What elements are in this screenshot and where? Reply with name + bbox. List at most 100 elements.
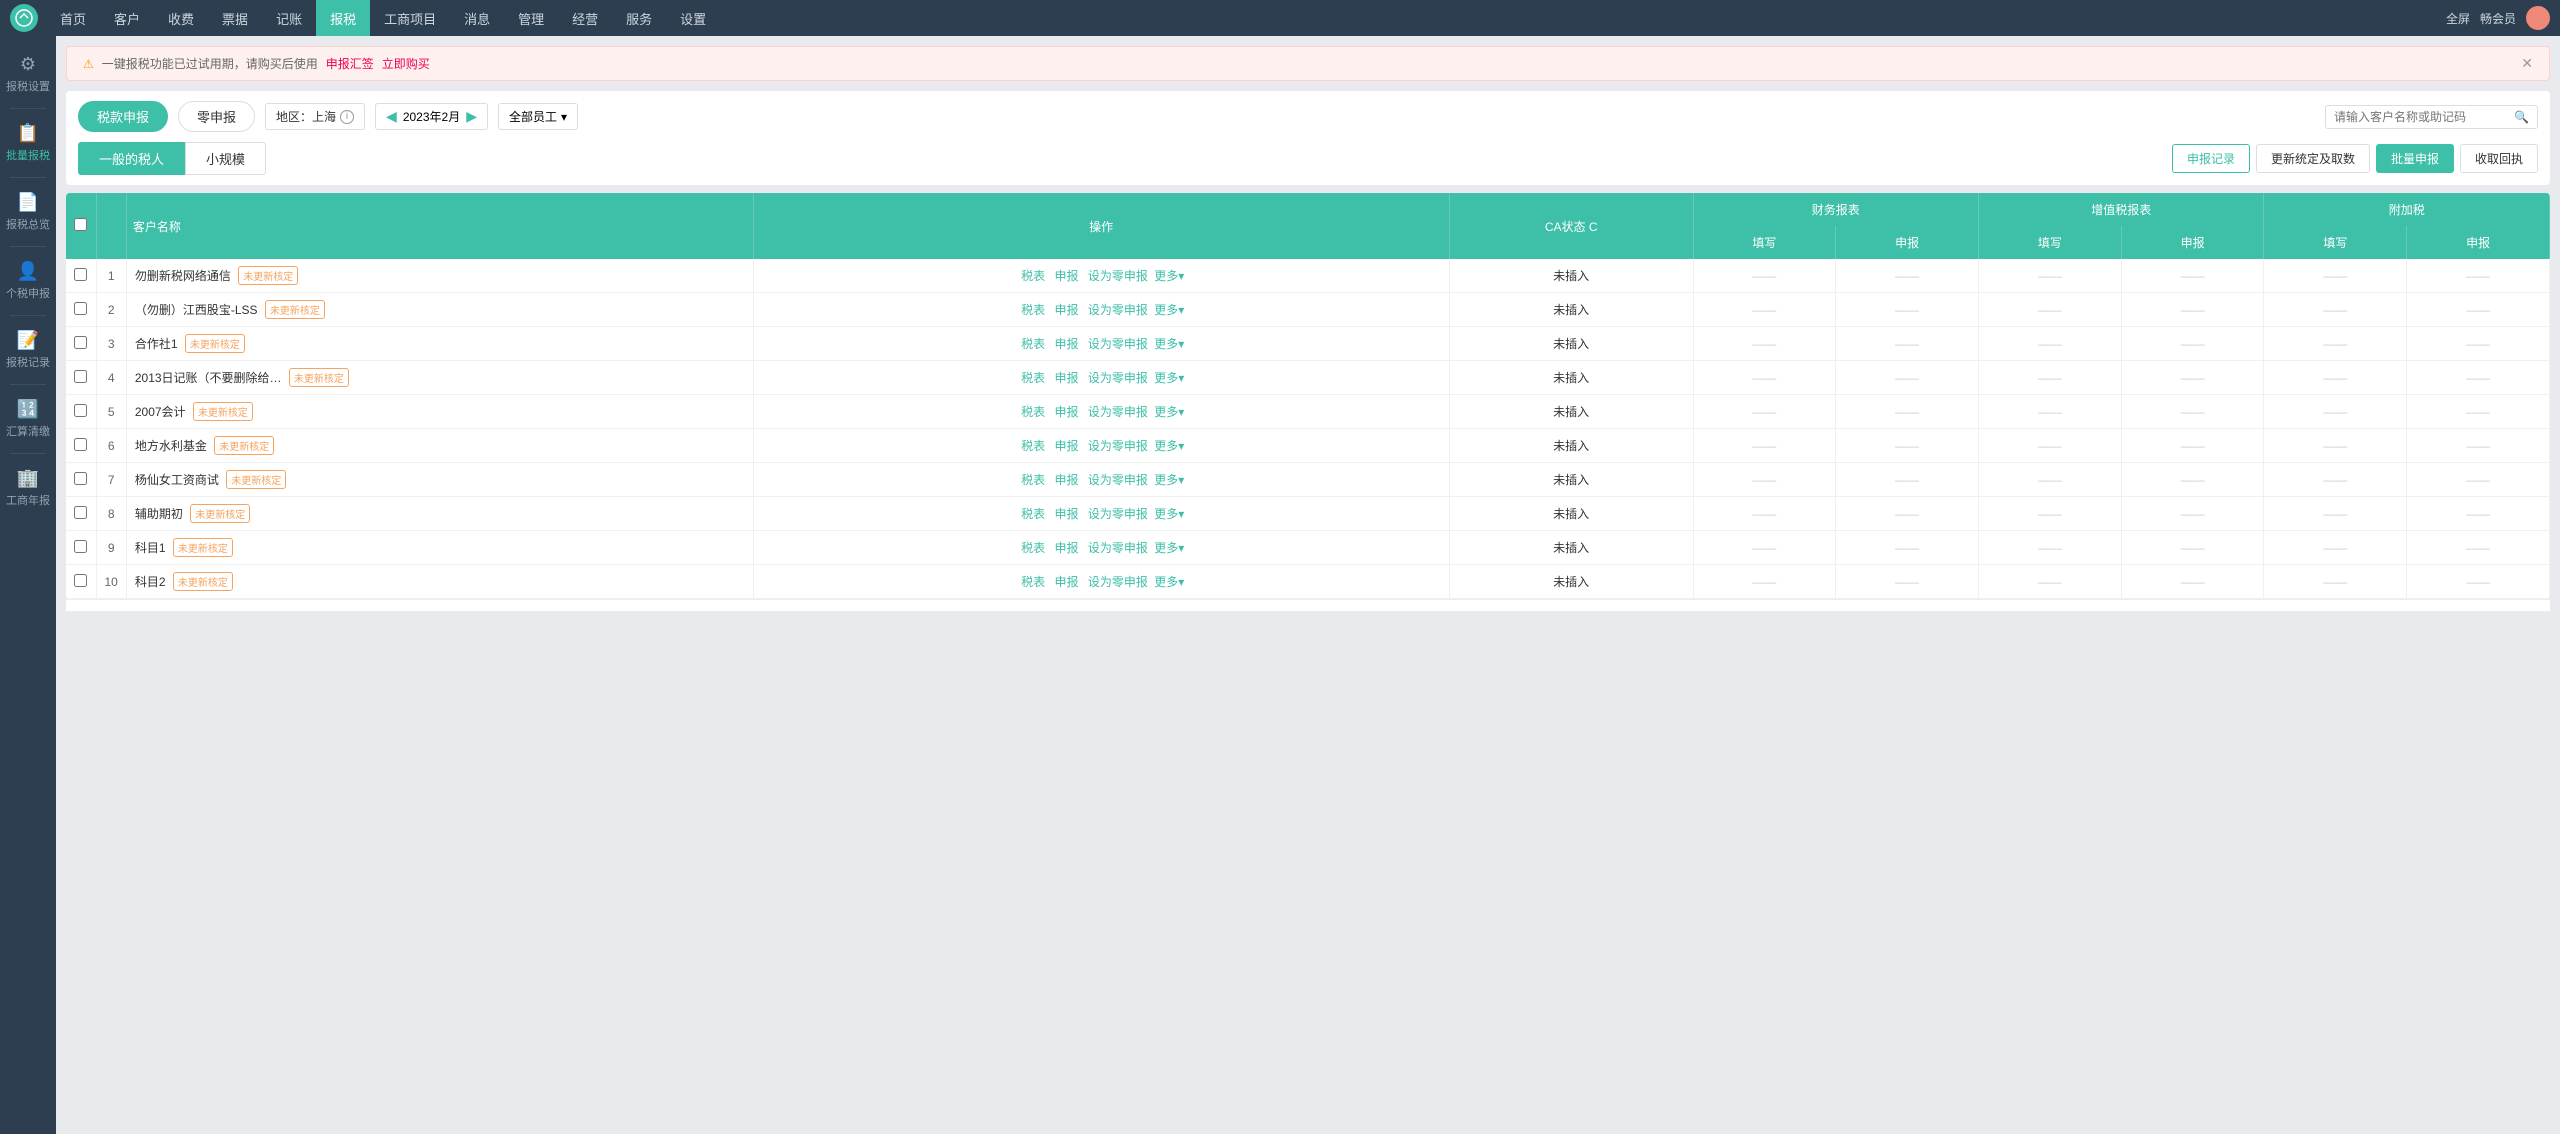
sidebar-item-0[interactable]: ⚙报税设置 [0, 44, 56, 104]
op-zero-declare[interactable]: 设为零申报 [1088, 507, 1148, 521]
member-button[interactable]: 畅会员 [2480, 10, 2516, 27]
sidebar-item-3[interactable]: 👤个税申报 [0, 251, 56, 311]
op-zero-declare[interactable]: 设为零申报 [1088, 473, 1148, 487]
op-tax-form[interactable]: 税表 [1021, 507, 1045, 521]
row-add-fill: —— [2264, 429, 2407, 463]
row-operations: 税表 申报 设为零申报 更多▾ [753, 361, 1449, 395]
op-declare[interactable]: 申报 [1054, 575, 1078, 589]
op-more[interactable]: 更多▾ [1154, 575, 1184, 589]
select-all-checkbox[interactable] [74, 218, 87, 231]
row-checkbox[interactable] [74, 438, 87, 451]
sidebar-label-0: 报税设置 [6, 78, 50, 94]
batch-declare-button[interactable]: 批量申报 [2376, 144, 2454, 173]
sidebar-item-4[interactable]: 📝报税记录 [0, 320, 56, 380]
sidebar-item-1[interactable]: 📋批量报税 [0, 113, 56, 173]
op-more[interactable]: 更多▾ [1154, 303, 1184, 317]
nav-item-工商项目[interactable]: 工商项目 [370, 0, 450, 36]
row-ca-status: 未插入 [1449, 395, 1693, 429]
tab-zero-declaration[interactable]: 零申报 [178, 101, 255, 132]
op-zero-declare[interactable]: 设为零申报 [1088, 439, 1148, 453]
op-zero-declare[interactable]: 设为零申报 [1088, 541, 1148, 555]
op-more[interactable]: 更多▾ [1154, 541, 1184, 555]
op-tax-form[interactable]: 税表 [1021, 439, 1045, 453]
op-more[interactable]: 更多▾ [1154, 371, 1184, 385]
retrieve-button[interactable]: 收取回执 [2460, 144, 2538, 173]
banner-link-report[interactable]: 申报汇签 [326, 55, 374, 72]
nav-item-首页[interactable]: 首页 [46, 0, 100, 36]
banner-link-buy[interactable]: 立即购买 [382, 55, 430, 72]
op-declare[interactable]: 申报 [1054, 371, 1078, 385]
nav-item-设置[interactable]: 设置 [666, 0, 720, 36]
op-tax-form[interactable]: 税表 [1021, 541, 1045, 555]
tab-general-taxpayer[interactable]: 一般的税人 [78, 142, 185, 175]
nav-item-票据[interactable]: 票据 [208, 0, 262, 36]
row-checkbox[interactable] [74, 336, 87, 349]
tab-tax-declaration[interactable]: 税款申报 [78, 101, 168, 132]
search-input[interactable] [2334, 110, 2514, 124]
record-button[interactable]: 申报记录 [2172, 144, 2250, 173]
update-button[interactable]: 更新统定及取数 [2256, 144, 2370, 173]
row-checkbox[interactable] [74, 574, 87, 587]
sidebar-item-6[interactable]: 🏢工商年报 [0, 458, 56, 518]
nav-item-记账[interactable]: 记账 [262, 0, 316, 36]
op-declare[interactable]: 申报 [1054, 337, 1078, 351]
op-tax-form[interactable]: 税表 [1021, 473, 1045, 487]
nav-item-经营[interactable]: 经营 [558, 0, 612, 36]
op-declare[interactable]: 申报 [1054, 507, 1078, 521]
nav-item-服务[interactable]: 服务 [612, 0, 666, 36]
op-tax-form[interactable]: 税表 [1021, 371, 1045, 385]
op-more[interactable]: 更多▾ [1154, 405, 1184, 419]
op-more[interactable]: 更多▾ [1154, 337, 1184, 351]
search-icon[interactable]: 🔍 [2514, 110, 2529, 124]
nav-item-管理[interactable]: 管理 [504, 0, 558, 36]
row-checkbox[interactable] [74, 404, 87, 417]
op-zero-declare[interactable]: 设为零申报 [1088, 337, 1148, 351]
info-icon[interactable]: i [340, 110, 354, 124]
op-declare[interactable]: 申报 [1054, 473, 1078, 487]
op-declare[interactable]: 申报 [1054, 303, 1078, 317]
tab-small-scale[interactable]: 小规模 [185, 142, 266, 175]
op-tax-form[interactable]: 税表 [1021, 337, 1045, 351]
user-avatar[interactable] [2526, 6, 2550, 30]
op-more[interactable]: 更多▾ [1154, 473, 1184, 487]
taxpayer-type-tabs: 一般的税人 小规模 [78, 142, 266, 175]
op-declare[interactable]: 申报 [1054, 541, 1078, 555]
op-zero-declare[interactable]: 设为零申报 [1088, 371, 1148, 385]
row-checkbox[interactable] [74, 472, 87, 485]
op-more[interactable]: 更多▾ [1154, 507, 1184, 521]
op-declare[interactable]: 申报 [1054, 439, 1078, 453]
fullscreen-button[interactable]: 全屏 [2446, 10, 2470, 27]
op-zero-declare[interactable]: 设为零申报 [1088, 269, 1148, 283]
op-declare[interactable]: 申报 [1054, 405, 1078, 419]
sidebar-item-2[interactable]: 📄报税总览 [0, 182, 56, 242]
date-prev-arrow[interactable]: ◀ [386, 108, 397, 125]
nav-item-客户[interactable]: 客户 [100, 0, 154, 36]
op-tax-form[interactable]: 税表 [1021, 303, 1045, 317]
row-checkbox[interactable] [74, 506, 87, 519]
nav-item-消息[interactable]: 消息 [450, 0, 504, 36]
row-checkbox[interactable] [74, 540, 87, 553]
employee-filter[interactable]: 全部员工 ▾ [498, 103, 578, 130]
op-declare[interactable]: 申报 [1054, 269, 1078, 283]
horizontal-scrollbar[interactable] [66, 599, 2550, 611]
location-selector[interactable]: 地区：上海 i [265, 103, 365, 130]
row-checkbox[interactable] [74, 302, 87, 315]
op-tax-form[interactable]: 税表 [1021, 405, 1045, 419]
op-tax-form[interactable]: 税表 [1021, 269, 1045, 283]
banner-close[interactable]: ✕ [2521, 55, 2533, 72]
sidebar-divider-0 [10, 108, 46, 109]
row-checkbox[interactable] [74, 370, 87, 383]
unverified-tag: 未更新核定 [226, 470, 286, 489]
nav-item-报税[interactable]: 报税 [316, 0, 370, 36]
op-zero-declare[interactable]: 设为零申报 [1088, 303, 1148, 317]
row-checkbox[interactable] [74, 268, 87, 281]
op-tax-form[interactable]: 税表 [1021, 575, 1045, 589]
date-next-arrow[interactable]: ▶ [466, 108, 477, 125]
table-row: 3 合作社1 未更新核定 税表 申报 设为零申报 更多▾ 未插入 —— —— —… [66, 327, 2550, 361]
sidebar-item-5[interactable]: 🔢汇算清缴 [0, 389, 56, 449]
op-more[interactable]: 更多▾ [1154, 439, 1184, 453]
op-zero-declare[interactable]: 设为零申报 [1088, 405, 1148, 419]
op-zero-declare[interactable]: 设为零申报 [1088, 575, 1148, 589]
nav-item-收费[interactable]: 收费 [154, 0, 208, 36]
op-more[interactable]: 更多▾ [1154, 269, 1184, 283]
